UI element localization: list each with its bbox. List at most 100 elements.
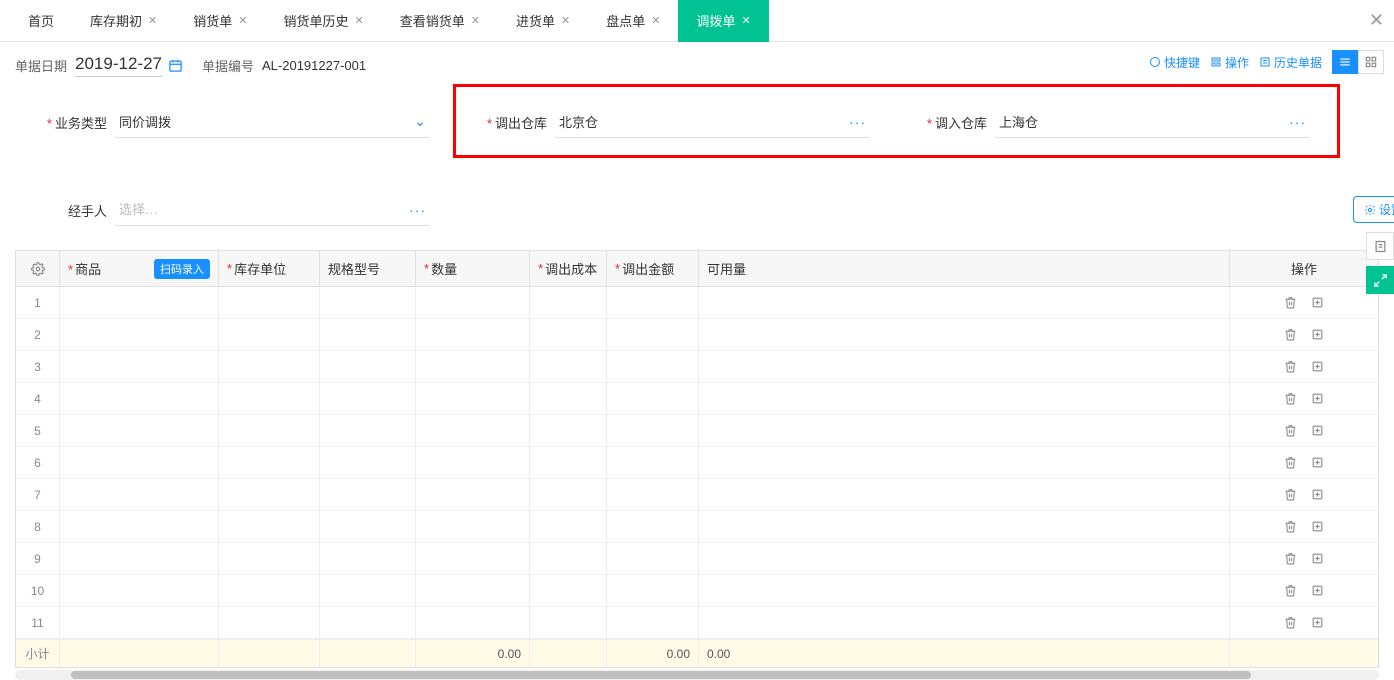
- tab-sales-history[interactable]: 销货单历史✕: [265, 0, 381, 42]
- history-link[interactable]: 历史单据: [1259, 54, 1322, 71]
- tab-bar: 首页 库存期初✕ 销货单✕ 销货单历史✕ 查看销货单✕ 进货单✕ 盘点单✕ 调拨…: [0, 0, 1394, 42]
- tab-sales[interactable]: 销货单✕: [175, 0, 265, 42]
- delete-icon[interactable]: [1284, 328, 1297, 341]
- row-index: 7: [16, 479, 60, 510]
- tab-stocktake[interactable]: 盘点单✕: [588, 0, 678, 42]
- row-index: 10: [16, 575, 60, 606]
- row-index: 8: [16, 511, 60, 542]
- shortcut-link[interactable]: 快捷键: [1149, 54, 1200, 71]
- close-icon[interactable]: ✕: [561, 14, 570, 27]
- col-product: *商品扫码录入: [60, 251, 219, 286]
- more-icon[interactable]: ···: [849, 114, 866, 130]
- table-row[interactable]: 9: [16, 543, 1378, 575]
- grid-header: *商品扫码录入 *库存单位 规格型号 *数量 *调出成本 *调出金额 可用量 操…: [16, 251, 1378, 287]
- add-icon[interactable]: [1311, 456, 1324, 469]
- table-row[interactable]: 1: [16, 287, 1378, 319]
- delete-icon[interactable]: [1284, 456, 1297, 469]
- view-grid-button[interactable]: [1358, 50, 1384, 74]
- table-row[interactable]: 8: [16, 511, 1378, 543]
- tab-view-sales[interactable]: 查看销货单✕: [382, 0, 498, 42]
- add-icon[interactable]: [1311, 424, 1324, 437]
- delete-icon[interactable]: [1284, 392, 1297, 405]
- delete-icon[interactable]: [1284, 488, 1297, 501]
- view-toggle: [1332, 50, 1384, 74]
- delete-icon[interactable]: [1284, 584, 1297, 597]
- close-icon[interactable]: ✕: [741, 14, 750, 27]
- subtotal-row: 小计 0.00 0.00 0.00: [16, 639, 1378, 667]
- view-list-button[interactable]: [1332, 50, 1358, 74]
- out-warehouse-field: *调出仓库 ···: [470, 98, 870, 146]
- scroll-thumb[interactable]: [71, 671, 1251, 679]
- col-op: 操作: [1230, 251, 1378, 286]
- horizontal-scrollbar[interactable]: [15, 670, 1379, 680]
- add-icon[interactable]: [1311, 584, 1324, 597]
- close-icon[interactable]: ✕: [238, 14, 247, 27]
- delete-icon[interactable]: [1284, 520, 1297, 533]
- col-amount: *调出金额: [607, 251, 699, 286]
- out-warehouse-input[interactable]: ···: [555, 106, 870, 138]
- add-icon[interactable]: [1311, 616, 1324, 629]
- notes-button[interactable]: [1366, 232, 1394, 260]
- table-row[interactable]: 2: [16, 319, 1378, 351]
- subtotal-avail: 0.00: [699, 640, 1230, 667]
- add-icon[interactable]: [1311, 360, 1324, 373]
- delete-icon[interactable]: [1284, 296, 1297, 309]
- add-icon[interactable]: [1311, 328, 1324, 341]
- operate-link[interactable]: 操作: [1210, 54, 1249, 71]
- handler-field: 经手人 ···: [30, 186, 430, 234]
- row-index: 3: [16, 351, 60, 382]
- close-all-icon[interactable]: ✕: [1369, 10, 1384, 31]
- in-warehouse-input[interactable]: ···: [995, 106, 1310, 138]
- date-value[interactable]: 2019-12-27: [75, 54, 162, 77]
- close-icon[interactable]: ✕: [651, 14, 660, 27]
- table-row[interactable]: 11: [16, 607, 1378, 639]
- table-row[interactable]: 6: [16, 447, 1378, 479]
- handler-input[interactable]: ···: [115, 194, 430, 226]
- add-icon[interactable]: [1311, 392, 1324, 405]
- table-row[interactable]: 3: [16, 351, 1378, 383]
- form-area: *业务类型 ⌄ *调出仓库 ··· *调入仓库 ··· 经手人 ··· 设置: [0, 88, 1394, 234]
- delete-icon[interactable]: [1284, 360, 1297, 373]
- doc-num-value: AL-20191227-001: [262, 58, 366, 73]
- more-icon[interactable]: ···: [1289, 114, 1306, 130]
- calendar-icon[interactable]: [168, 57, 184, 73]
- table-row[interactable]: 5: [16, 415, 1378, 447]
- col-spec: 规格型号: [320, 251, 416, 286]
- tab-home[interactable]: 首页: [10, 0, 72, 42]
- chevron-down-icon: ⌄: [414, 113, 426, 130]
- table-row[interactable]: 4: [16, 383, 1378, 415]
- subtotal-amount: 0.00: [607, 640, 699, 667]
- subtotal-qty: 0.00: [416, 640, 530, 667]
- in-warehouse-field: *调入仓库 ···: [910, 98, 1310, 146]
- add-icon[interactable]: [1311, 520, 1324, 533]
- biz-type-field: *业务类型 ⌄: [30, 98, 430, 146]
- close-icon[interactable]: ✕: [148, 14, 157, 27]
- table-row[interactable]: 10: [16, 575, 1378, 607]
- tab-inventory-init[interactable]: 库存期初✕: [72, 0, 175, 42]
- more-icon[interactable]: ···: [409, 202, 426, 218]
- close-icon[interactable]: ✕: [471, 14, 480, 27]
- tab-purchase[interactable]: 进货单✕: [498, 0, 588, 42]
- row-index: 9: [16, 543, 60, 574]
- gear-icon[interactable]: [16, 251, 60, 286]
- close-icon[interactable]: ✕: [355, 14, 364, 27]
- delete-icon[interactable]: [1284, 552, 1297, 565]
- add-icon[interactable]: [1311, 552, 1324, 565]
- doc-num-label: 单据编号: [202, 56, 254, 75]
- scan-badge[interactable]: 扫码录入: [154, 259, 210, 279]
- add-icon[interactable]: [1311, 296, 1324, 309]
- col-cost: *调出成本: [530, 251, 607, 286]
- table-row[interactable]: 7: [16, 479, 1378, 511]
- grid-wrap: *商品扫码录入 *库存单位 规格型号 *数量 *调出成本 *调出金额 可用量 操…: [15, 250, 1379, 680]
- biz-type-input[interactable]: ⌄: [115, 106, 430, 138]
- delete-icon[interactable]: [1284, 424, 1297, 437]
- tab-transfer[interactable]: 调拨单✕: [678, 0, 768, 42]
- col-avail: 可用量: [699, 251, 1230, 286]
- settings-button[interactable]: 设置: [1353, 196, 1394, 223]
- expand-button[interactable]: [1366, 266, 1394, 294]
- row-index: 2: [16, 319, 60, 350]
- row-index: 5: [16, 415, 60, 446]
- row-index: 6: [16, 447, 60, 478]
- add-icon[interactable]: [1311, 488, 1324, 501]
- delete-icon[interactable]: [1284, 616, 1297, 629]
